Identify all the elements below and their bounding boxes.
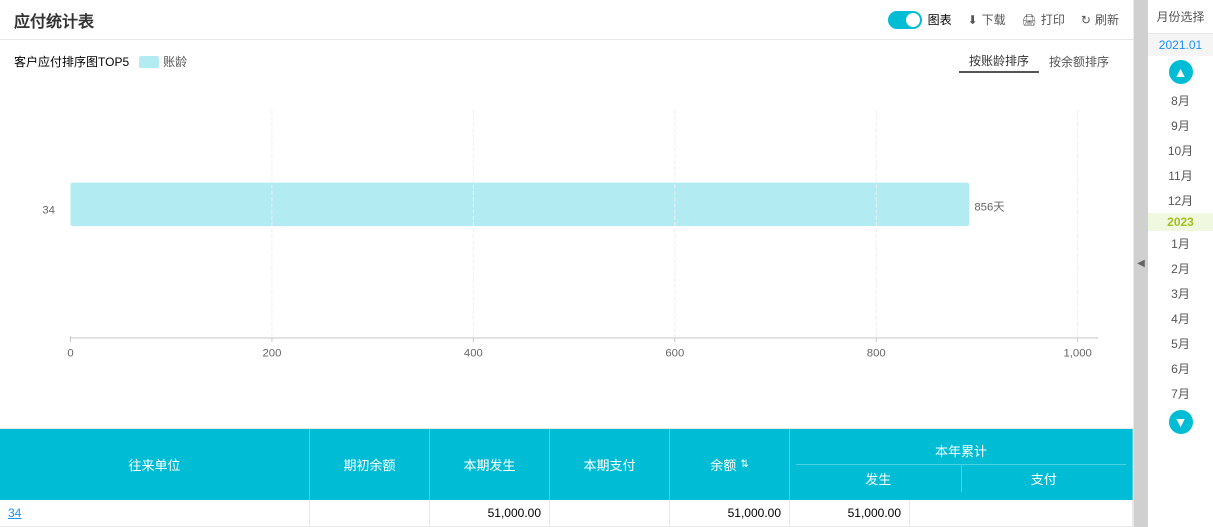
- th-zhanglai: 往来单位: [0, 429, 310, 500]
- month-item-2[interactable]: 2月: [1148, 256, 1213, 281]
- chevron-up-icon: ▲: [1174, 64, 1188, 80]
- download-button[interactable]: ⬇ 下载: [968, 11, 1006, 28]
- chart-toggle[interactable]: 图表: [888, 11, 952, 29]
- sidebar-up-button[interactable]: ▲: [1169, 60, 1193, 84]
- td-bennianjilei-zhifu: [910, 500, 1133, 526]
- toggle-thumb: [906, 13, 920, 27]
- sort-by-balance-button[interactable]: 按账龄排序: [959, 50, 1039, 73]
- month-item-7[interactable]: 7月: [1148, 381, 1213, 406]
- print-label: 打印: [1041, 11, 1065, 28]
- svg-text:800: 800: [867, 348, 886, 360]
- th-qichu: 期初余额: [310, 429, 430, 500]
- page-header: 应付统计表 图表 ⬇ 下载 🖨 打印 ↻ 刷新: [0, 0, 1133, 40]
- refresh-icon: ↻: [1081, 13, 1091, 27]
- print-button[interactable]: 🖨 打印: [1022, 11, 1065, 28]
- th-benqi-zhifu: 本期支付: [550, 429, 670, 500]
- sidebar-current-date[interactable]: 2021.01: [1148, 34, 1213, 56]
- chart-area: 客户应付排序图TOP5 账龄 按账龄排序 按余额排序 34 856天: [0, 40, 1133, 428]
- th-bennianjilei-fasheng: 发生: [796, 465, 962, 492]
- sidebar-inner: 月份选择 2021.01 ▲ 8月 9月 10月 11月 12月 2023 1月…: [1148, 0, 1213, 527]
- svg-text:0: 0: [67, 348, 73, 360]
- sidebar-down-button[interactable]: ▼: [1169, 410, 1193, 434]
- td-benqi-zhifu: [550, 500, 670, 526]
- legend-item: 账龄: [139, 53, 187, 70]
- chart-container: 34 856天 0 200 400 600 800 1,000: [24, 79, 1119, 369]
- print-icon: 🖨: [1022, 13, 1037, 27]
- sort-buttons: 按账龄排序 按余额排序: [959, 50, 1119, 73]
- month-item-9[interactable]: 9月: [1148, 113, 1213, 138]
- th-bennianjilei-zhifu: 支付: [962, 465, 1127, 492]
- year-label-2023: 2023: [1148, 213, 1213, 231]
- collapse-icon: ◀: [1137, 258, 1145, 269]
- legend-color-box: [139, 56, 159, 68]
- month-item-3[interactable]: 3月: [1148, 281, 1213, 306]
- table-row: 34 51,000.00 51,000.00 51,000.00: [0, 500, 1133, 527]
- refresh-button[interactable]: ↻ 刷新: [1081, 11, 1119, 28]
- td-qichu: [310, 500, 430, 526]
- toggle-track: [888, 11, 922, 29]
- th-bennianjilei-sub: 发生 支付: [796, 465, 1126, 492]
- toggle-label: 图表: [928, 11, 952, 28]
- svg-text:400: 400: [464, 348, 483, 360]
- chevron-down-icon: ▼: [1174, 414, 1188, 430]
- sidebar-header: 月份选择: [1148, 0, 1213, 34]
- sidebar-collapse-button[interactable]: ◀: [1134, 0, 1148, 527]
- header-actions: 图表 ⬇ 下载 🖨 打印 ↻ 刷新: [888, 11, 1119, 29]
- chart-legend-title: 客户应付排序图TOP5: [14, 53, 129, 70]
- month-item-1[interactable]: 1月: [1148, 231, 1213, 256]
- svg-text:1,000: 1,000: [1063, 348, 1091, 360]
- month-item-11[interactable]: 11月: [1148, 163, 1213, 188]
- th-bennianjilei-top: 本年累计: [796, 437, 1126, 465]
- svg-text:856天: 856天: [974, 202, 1004, 214]
- page-title: 应付统计表: [14, 8, 94, 32]
- chart-svg: 34 856天 0 200 400 600 800 1,000: [24, 79, 1119, 369]
- td-bennianjilei-fasheng: 51,000.00: [790, 500, 910, 526]
- chart-legend: 客户应付排序图TOP5 账龄: [14, 53, 187, 70]
- td-yue: 51,000.00: [670, 500, 790, 526]
- month-item-8[interactable]: 8月: [1148, 88, 1213, 113]
- th-yue: 余额 ⇅: [670, 429, 790, 500]
- refresh-label: 刷新: [1095, 11, 1119, 28]
- download-label: 下载: [982, 11, 1006, 28]
- month-item-4[interactable]: 4月: [1148, 306, 1213, 331]
- chart-controls: 客户应付排序图TOP5 账龄 按账龄排序 按余额排序: [14, 50, 1119, 73]
- month-list: 8月 9月 10月 11月 12月 2023 1月 2月 3月 4月 5月 6月…: [1148, 88, 1213, 406]
- month-item-12[interactable]: 12月: [1148, 188, 1213, 213]
- svg-text:200: 200: [262, 348, 281, 360]
- th-benqi-fasheng: 本期发生: [430, 429, 550, 500]
- month-item-5[interactable]: 5月: [1148, 331, 1213, 356]
- svg-text:600: 600: [665, 348, 684, 360]
- month-item-6[interactable]: 6月: [1148, 356, 1213, 381]
- download-icon: ⬇: [968, 13, 978, 27]
- table-section: 往来单位 期初余额 本期发生 本期支付 余额 ⇅ 本年累计: [0, 428, 1133, 527]
- td-benqi-fasheng: 51,000.00: [430, 500, 550, 526]
- th-bennianjilei: 本年累计 发生 支付: [790, 429, 1133, 500]
- sidebar-wrapper: ◀ 月份选择 2021.01 ▲ 8月 9月 10月 11月 12月 2023 …: [1133, 0, 1213, 527]
- sort-icon: ⇅: [740, 459, 748, 470]
- td-zhanglai[interactable]: 34: [0, 500, 310, 526]
- month-item-10[interactable]: 10月: [1148, 138, 1213, 163]
- legend-item-label: 账龄: [163, 53, 187, 70]
- table-header-row: 往来单位 期初余额 本期发生 本期支付 余额 ⇅ 本年累计: [0, 429, 1133, 500]
- svg-text:34: 34: [42, 205, 55, 217]
- sort-by-amount-button[interactable]: 按余额排序: [1039, 50, 1119, 73]
